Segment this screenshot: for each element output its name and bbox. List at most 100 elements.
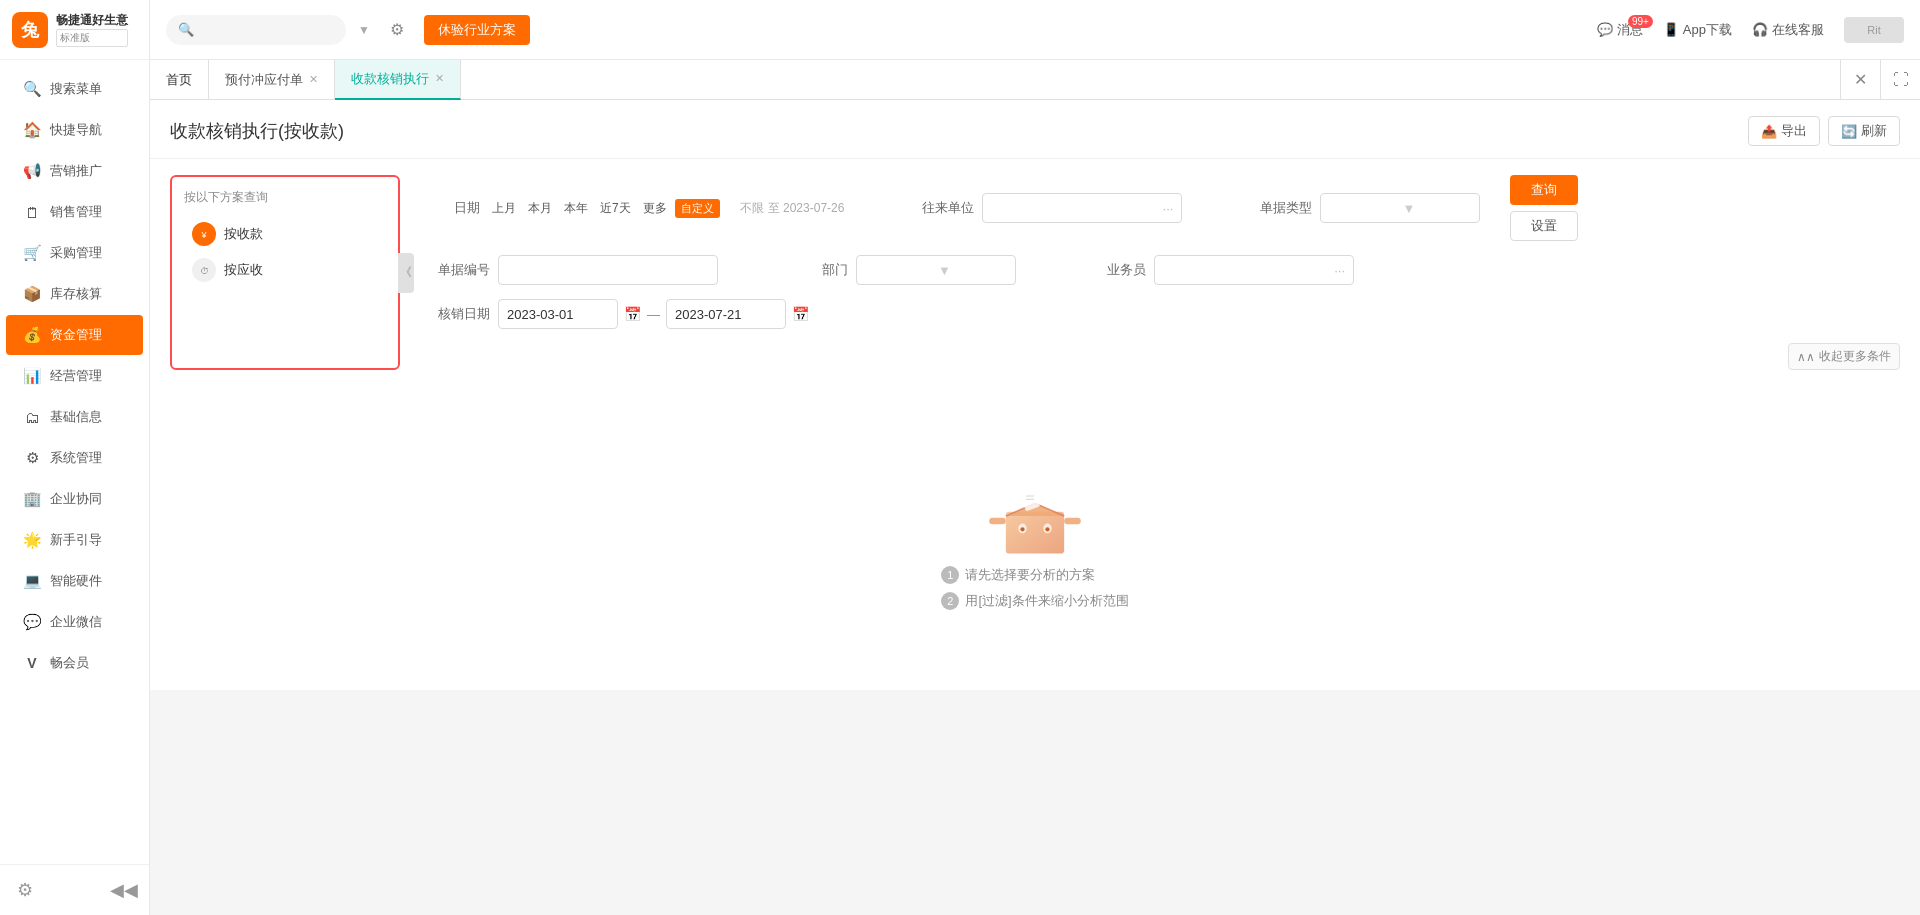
date-custom-badge[interactable]: 自定义 bbox=[675, 199, 720, 218]
tab-close-writeoff[interactable]: ✕ bbox=[435, 72, 444, 85]
page-header: 收款核销执行(按收款) 📤 导出 🔄 刷新 bbox=[150, 100, 1920, 159]
tab-home[interactable]: 首页 bbox=[150, 60, 209, 100]
user-avatar[interactable]: Rit bbox=[1844, 17, 1904, 43]
refresh-icon: 🔄 bbox=[1841, 124, 1857, 139]
tip-num-2: 2 bbox=[941, 592, 959, 610]
bill-number-input[interactable] bbox=[498, 255, 718, 285]
online-service-button[interactable]: 🎧 在线客服 bbox=[1752, 21, 1824, 39]
staff-dots[interactable]: ··· bbox=[1334, 263, 1345, 278]
date-field: 日期 上月 本月 本年 近7天 更多 自定义 bbox=[420, 198, 720, 219]
sidebar-item-base-info[interactable]: 🗂 基础信息 bbox=[6, 397, 143, 437]
staff-input[interactable]: ··· bbox=[1154, 255, 1354, 285]
sidebar-item-marketing[interactable]: 📢 营销推广 bbox=[6, 151, 143, 191]
sidebar-item-label: 畅会员 bbox=[50, 654, 89, 672]
settings-button[interactable]: 设置 bbox=[1510, 211, 1578, 241]
sidebar-item-operations[interactable]: 📊 经营管理 bbox=[6, 356, 143, 396]
dept-label: 部门 bbox=[778, 261, 848, 279]
app-download-icon: 📱 bbox=[1663, 22, 1679, 37]
date-shortcut-last-month[interactable]: 上月 bbox=[488, 198, 520, 219]
app-download-button[interactable]: 📱 App下载 bbox=[1663, 21, 1732, 39]
date-shortcut-this-year[interactable]: 本年 bbox=[560, 198, 592, 219]
sidebar-item-label: 企业微信 bbox=[50, 613, 102, 631]
sidebar-item-sales[interactable]: 🗒 销售管理 bbox=[6, 192, 143, 232]
topbar-search[interactable]: 🔍 bbox=[166, 15, 346, 45]
industry-solution-button[interactable]: 休验行业方案 bbox=[424, 15, 530, 45]
sidebar-item-wechat[interactable]: 💬 企业微信 bbox=[6, 602, 143, 642]
query-option-by-receivable[interactable]: ⏱ 按应收 bbox=[184, 252, 386, 288]
empty-state-tips: 1 请先选择要分析的方案 2 用[过滤]条件来缩小分析范围 bbox=[941, 566, 1128, 610]
sidebar-item-guide[interactable]: 🌟 新手引导 bbox=[6, 520, 143, 560]
by-receivable-label: 按应收 bbox=[224, 261, 263, 279]
query-area: 按以下方案查询 ¥ 按收款 ⏱ 按应收 《 bbox=[150, 159, 1920, 386]
close-tab-button[interactable]: ✕ bbox=[1840, 60, 1880, 100]
bill-type-label: 单据类型 bbox=[1242, 199, 1312, 217]
sidebar-item-inventory[interactable]: 📦 库存核算 bbox=[6, 274, 143, 314]
sidebar-item-quick-nav[interactable]: 🏠 快捷导航 bbox=[6, 110, 143, 150]
sidebar: 兔 畅捷通好生意 标准版 🔍 搜索菜单 🏠 快捷导航 📢 营销推广 🗒 销售管理… bbox=[0, 0, 150, 915]
tab-writeoff[interactable]: 收款核销执行 ✕ bbox=[335, 60, 461, 100]
message-button[interactable]: 💬 消息 99+ bbox=[1597, 21, 1643, 39]
date-shortcut-this-month[interactable]: 本月 bbox=[524, 198, 556, 219]
writeoff-start-calendar-icon[interactable]: 📅 bbox=[624, 306, 641, 322]
sidebar-item-label: 快捷导航 bbox=[50, 121, 102, 139]
dept-select[interactable]: ▼ bbox=[856, 255, 1016, 285]
by-receivable-icon: ⏱ bbox=[192, 258, 216, 282]
writeoff-end-calendar-icon[interactable]: 📅 bbox=[792, 306, 809, 322]
expand-tab-button[interactable]: ⛶ bbox=[1880, 60, 1920, 100]
svg-rect-12 bbox=[1032, 486, 1048, 505]
counterparty-dots[interactable]: ··· bbox=[1163, 201, 1174, 216]
sidebar-item-purchase[interactable]: 🛒 采购管理 bbox=[6, 233, 143, 273]
dept-field: 部门 ▼ bbox=[778, 255, 1016, 285]
main-content: 🔍 ▼ ⚙ 休验行业方案 💬 消息 99+ 📱 App下载 🎧 在线客服 Rit bbox=[150, 0, 1920, 915]
topbar-dropdown-arrow[interactable]: ▼ bbox=[358, 23, 370, 37]
tab-prepay[interactable]: 预付冲应付单 ✕ bbox=[209, 60, 335, 100]
collapse-more-button[interactable]: ∧∧ 收起更多条件 bbox=[1788, 343, 1900, 370]
service-icon: 🎧 bbox=[1752, 22, 1768, 37]
by-receipt-icon: ¥ bbox=[192, 222, 216, 246]
bill-type-select[interactable]: ▼ bbox=[1320, 193, 1480, 223]
empty-tip-2: 2 用[过滤]条件来缩小分析范围 bbox=[941, 592, 1128, 610]
empty-state-image bbox=[985, 466, 1085, 566]
sidebar-item-label: 搜索菜单 bbox=[50, 80, 102, 98]
refresh-button[interactable]: 🔄 刷新 bbox=[1828, 116, 1900, 146]
sidebar-item-label: 基础信息 bbox=[50, 408, 102, 426]
writeoff-start-input[interactable] bbox=[498, 299, 618, 329]
sidebar-item-label: 营销推广 bbox=[50, 162, 102, 180]
collapse-sidebar-button[interactable]: 《 bbox=[398, 253, 414, 293]
settings-bottom-icon[interactable]: ⚙ bbox=[10, 875, 40, 905]
tab-close-prepay[interactable]: ✕ bbox=[309, 73, 318, 86]
sidebar-item-member[interactable]: V 畅会员 bbox=[6, 643, 143, 683]
export-button[interactable]: 📤 导出 bbox=[1748, 116, 1820, 146]
query-button[interactable]: 查询 bbox=[1510, 175, 1578, 205]
writeoff-end-input[interactable] bbox=[666, 299, 786, 329]
query-action-buttons: 查询 设置 bbox=[1510, 175, 1578, 241]
sidebar-item-label: 采购管理 bbox=[50, 244, 102, 262]
svg-rect-10 bbox=[1064, 518, 1081, 525]
purchase-icon: 🛒 bbox=[22, 243, 42, 263]
empty-tip-1: 1 请先选择要分析的方案 bbox=[941, 566, 1128, 584]
collapse-sidebar-icon[interactable]: ◀◀ bbox=[109, 875, 139, 905]
bill-type-dropdown-arrow: ▼ bbox=[1402, 201, 1471, 216]
date-shortcut-7days[interactable]: 近7天 bbox=[596, 198, 635, 219]
date-unlimited-display: 不限 至 2023-07-26 bbox=[740, 200, 845, 217]
home-icon: 🏠 bbox=[22, 120, 42, 140]
tip-text-2: 用[过滤]条件来缩小分析范围 bbox=[965, 592, 1128, 610]
tip-text-1: 请先选择要分析的方案 bbox=[965, 566, 1095, 584]
sidebar-item-finance[interactable]: 💰 资金管理 bbox=[6, 315, 143, 355]
empty-state: 1 请先选择要分析的方案 2 用[过滤]条件来缩小分析范围 bbox=[150, 386, 1920, 690]
sidebar-item-system[interactable]: ⚙ 系统管理 bbox=[6, 438, 143, 478]
topbar-settings-icon[interactable]: ⚙ bbox=[382, 15, 412, 45]
sidebar-item-search[interactable]: 🔍 搜索菜单 bbox=[6, 69, 143, 109]
counterparty-field: 往来单位 ··· bbox=[904, 193, 1182, 223]
search-icon: 🔍 bbox=[178, 22, 194, 37]
staff-field: 业务员 ··· bbox=[1076, 255, 1354, 285]
query-option-by-receipt[interactable]: ¥ 按收款 bbox=[184, 216, 386, 252]
tabbar-actions: ✕ ⛶ bbox=[1840, 60, 1920, 100]
counterparty-input[interactable]: ··· bbox=[982, 193, 1182, 223]
operations-icon: 📊 bbox=[22, 366, 42, 386]
date-shortcut-more[interactable]: 更多 bbox=[639, 198, 671, 219]
sidebar-item-enterprise[interactable]: 🏢 企业协同 bbox=[6, 479, 143, 519]
page-actions: 📤 导出 🔄 刷新 bbox=[1748, 116, 1900, 146]
tab-label: 首页 bbox=[166, 71, 192, 89]
sidebar-item-hardware[interactable]: 💻 智能硬件 bbox=[6, 561, 143, 601]
